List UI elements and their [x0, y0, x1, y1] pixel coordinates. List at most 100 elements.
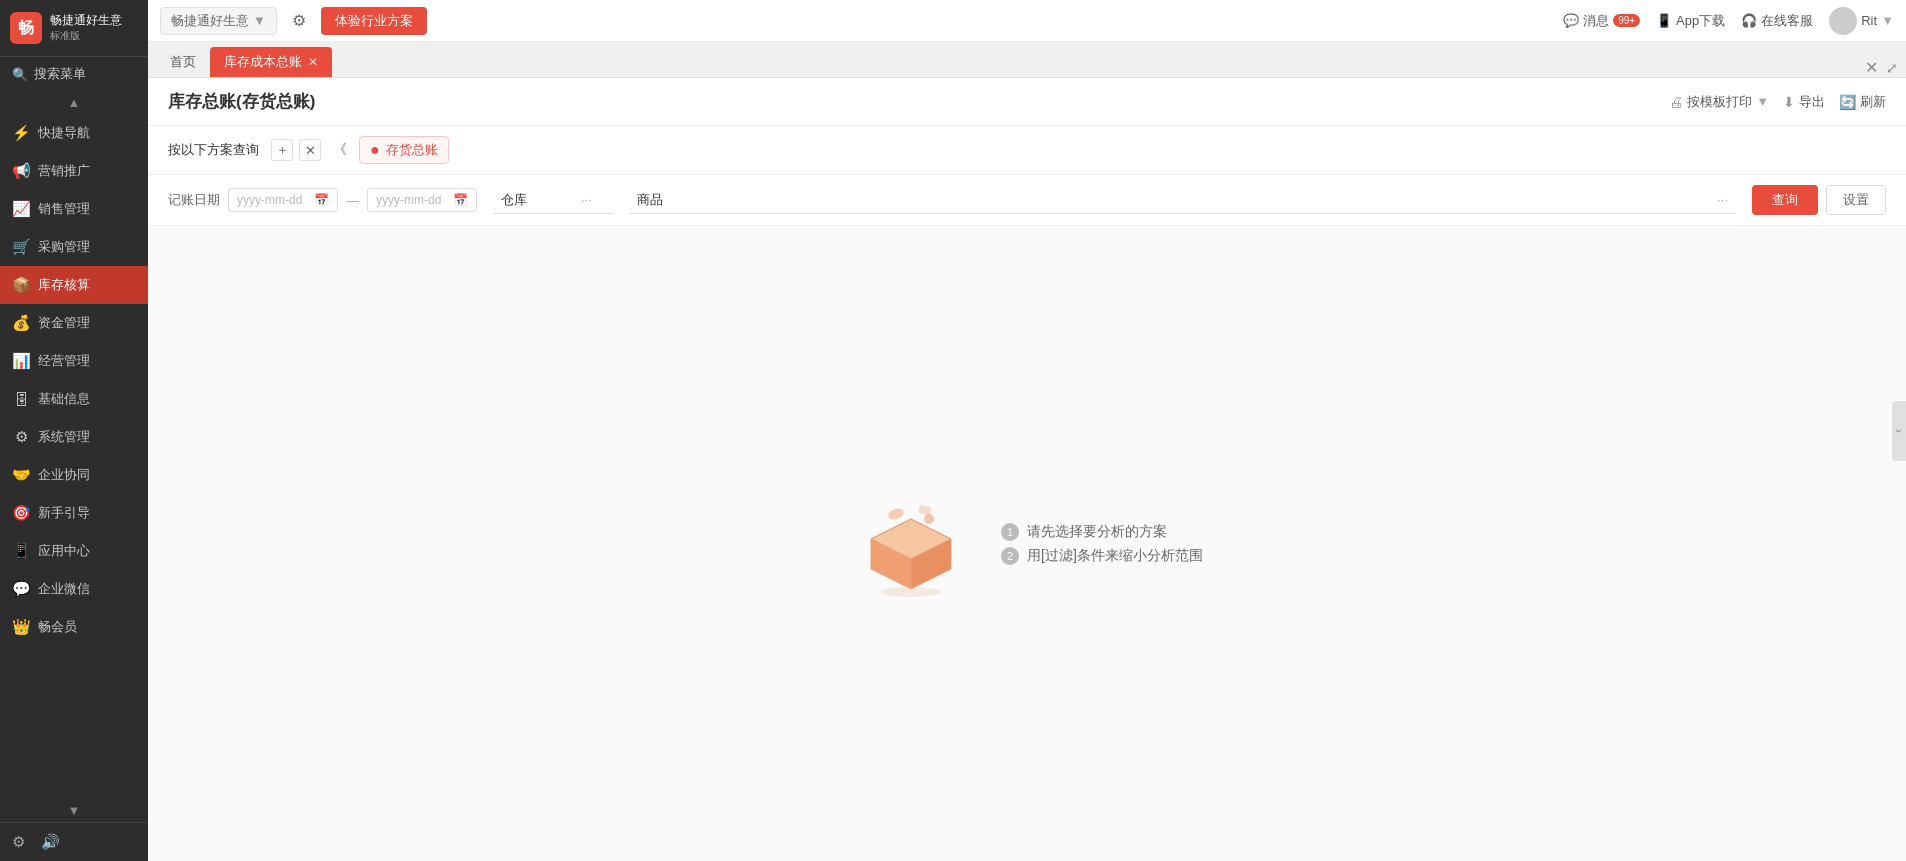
user-avatar[interactable]: Rit ▼ [1829, 7, 1894, 35]
search-label: 搜索菜单 [34, 65, 86, 83]
add-filter-button[interactable]: ＋ [271, 139, 293, 161]
right-panel-arrow[interactable]: › [1892, 401, 1906, 461]
breadcrumb[interactable]: 畅捷通好生意 ▼ [160, 7, 277, 35]
marketing-icon: 📢 [12, 162, 30, 180]
finance-icon: 💰 [12, 314, 30, 332]
export-button[interactable]: ⬇ 导出 [1783, 93, 1825, 111]
user-name: Rit [1861, 13, 1877, 28]
sidebar-item-finance[interactable]: 💰 资金管理 [0, 304, 148, 342]
message-button[interactable]: 💬 消息 99+ [1563, 12, 1640, 30]
sidebar-item-member[interactable]: 👑 畅会员 [0, 608, 148, 646]
online-service-label: 在线客服 [1761, 12, 1813, 30]
svg-point-6 [924, 514, 934, 524]
sidebar: 畅 畅捷通好生意 标准版 🔍 搜索菜单 ▲ ⚡ 快捷导航 📢 营销推广 📈 销售… [0, 0, 148, 861]
quicknav-icon: ⚡ [12, 124, 30, 142]
sidebar-item-label: 快捷导航 [38, 124, 90, 142]
product-more-icon[interactable]: ··· [1717, 192, 1728, 207]
sidebar-item-guide[interactable]: 🎯 新手引导 [0, 494, 148, 532]
page-header: 库存总账(存货总账) 🖨 按模板打印 ▼ ⬇ 导出 🔄 刷新 [148, 78, 1906, 126]
calendar-end-icon[interactable]: 📅 [453, 193, 468, 207]
audio-footer-icon[interactable]: 🔊 [41, 833, 60, 851]
tab-home[interactable]: 首页 [156, 47, 210, 77]
product-label: 商品 [637, 191, 663, 209]
panel-resize-icon[interactable]: ⤢ [1886, 60, 1898, 76]
empty-tips: 1 请先选择要分析的方案 2 用[过滤]条件来缩小分析范围 [1001, 517, 1203, 571]
tab-close-icon[interactable]: ✕ [308, 55, 318, 69]
sidebar-item-apps[interactable]: 📱 应用中心 [0, 532, 148, 570]
warehouse-more-icon[interactable]: ··· [581, 192, 592, 207]
date-filter-group: 记账日期 yyyy-mm-dd 📅 — yyyy-mm-dd 📅 [168, 188, 477, 212]
system-icon: ⚙ [12, 428, 30, 446]
product-filter-group: 商品 ··· [629, 187, 1736, 214]
online-service-button[interactable]: 🎧 在线客服 [1741, 12, 1813, 30]
operations-icon: 📊 [12, 352, 30, 370]
sidebar-item-label: 营销推广 [38, 162, 90, 180]
sidebar-item-label: 应用中心 [38, 542, 90, 560]
sidebar-item-sales[interactable]: 📈 销售管理 [0, 190, 148, 228]
panel-close-icon[interactable]: ✕ [1865, 58, 1878, 77]
industry-solution-button[interactable]: 体验行业方案 [321, 7, 427, 35]
sidebar-item-cooperation[interactable]: 🤝 企业协同 [0, 456, 148, 494]
sidebar-item-system[interactable]: ⚙ 系统管理 [0, 418, 148, 456]
content-area: 库存总账(存货总账) 🖨 按模板打印 ▼ ⬇ 导出 🔄 刷新 按以下方案查询 [148, 78, 1906, 861]
tip-num-1: 1 [1001, 523, 1019, 541]
sidebar-item-quicknav[interactable]: ⚡ 快捷导航 [0, 114, 148, 152]
message-icon: 💬 [1563, 13, 1579, 28]
date-start-placeholder: yyyy-mm-dd [237, 193, 302, 207]
date-separator: — [346, 193, 359, 208]
page-title: 库存总账(存货总账) [168, 90, 315, 113]
refresh-label: 刷新 [1860, 93, 1886, 111]
top-bar: 畅捷通好生意 ▼ ⚙ 体验行业方案 💬 消息 99+ 📱 App下载 🎧 在线客… [148, 0, 1906, 42]
warehouse-label: 仓库 [501, 191, 527, 209]
sidebar-item-marketing[interactable]: 📢 营销推广 [0, 152, 148, 190]
inventory-icon: 📦 [12, 276, 30, 294]
sidebar-footer: ⚙ 🔊 [0, 822, 148, 861]
print-label: 按模板打印 [1687, 93, 1752, 111]
page-header-actions: 🖨 按模板打印 ▼ ⬇ 导出 🔄 刷新 [1669, 93, 1886, 111]
sidebar-item-inventory[interactable]: 📦 库存核算 [0, 266, 148, 304]
empty-illustration [851, 484, 971, 604]
filter-label: 按以下方案查询 [168, 141, 259, 159]
sidebar-item-label: 企业微信 [38, 580, 90, 598]
date-end-placeholder: yyyy-mm-dd [376, 193, 441, 207]
refresh-button[interactable]: 🔄 刷新 [1839, 93, 1886, 111]
sidebar-scroll-down[interactable]: ▼ [0, 799, 148, 822]
tab-inventory-cost[interactable]: 库存成本总账 ✕ [210, 47, 332, 77]
warehouse-input[interactable]: 仓库 ··· [493, 187, 613, 214]
sidebar-item-basic[interactable]: 🗄 基础信息 [0, 380, 148, 418]
print-chevron-icon: ▼ [1756, 94, 1769, 109]
print-button[interactable]: 🖨 按模板打印 ▼ [1669, 93, 1769, 111]
sidebar-search[interactable]: 🔍 搜索菜单 [0, 57, 148, 91]
sidebar-scroll-up[interactable]: ▲ [0, 91, 148, 114]
settings-gear-icon[interactable]: ⚙ [285, 7, 313, 35]
empty-inner: 1 请先选择要分析的方案 2 用[过滤]条件来缩小分析范围 [851, 484, 1203, 604]
sidebar-item-operations[interactable]: 📊 经营管理 [0, 342, 148, 380]
tip-text-1: 请先选择要分析的方案 [1027, 523, 1167, 541]
arrow-icon: › [1892, 429, 1906, 433]
sidebar-item-wechat[interactable]: 💬 企业微信 [0, 570, 148, 608]
date-label: 记账日期 [168, 191, 220, 209]
logo-badge: 标准版 [50, 29, 122, 43]
sidebar-item-label: 销售管理 [38, 200, 90, 218]
app-download-label: App下载 [1676, 12, 1725, 30]
product-input[interactable]: 商品 ··· [629, 187, 1736, 214]
date-start-input[interactable]: yyyy-mm-dd 📅 [228, 188, 338, 212]
filter-collapse-icon[interactable]: 《 [333, 141, 347, 159]
sidebar-item-purchase[interactable]: 🛒 采购管理 [0, 228, 148, 266]
app-download-button[interactable]: 📱 App下载 [1656, 12, 1725, 30]
chevron-down-icon: ▼ [253, 13, 266, 28]
delete-filter-button[interactable]: ✕ [299, 139, 321, 161]
settings-button[interactable]: 设置 [1826, 185, 1886, 215]
panel-controls: ✕ ⤢ [1865, 58, 1898, 77]
top-bar-left: 畅捷通好生意 ▼ ⚙ 体验行业方案 [160, 7, 1555, 35]
filter-scheme-tag[interactable]: ● 存货总账 [359, 136, 449, 164]
calendar-start-icon[interactable]: 📅 [314, 193, 329, 207]
date-end-input[interactable]: yyyy-mm-dd 📅 [367, 188, 477, 212]
cooperation-icon: 🤝 [12, 466, 30, 484]
purchase-icon: 🛒 [12, 238, 30, 256]
tip-num-2: 2 [1001, 547, 1019, 565]
query-button[interactable]: 查询 [1752, 185, 1818, 215]
logo-title: 畅捷通好生意 [50, 13, 122, 29]
settings-footer-icon[interactable]: ⚙ [12, 833, 25, 851]
svg-point-3 [908, 523, 914, 529]
